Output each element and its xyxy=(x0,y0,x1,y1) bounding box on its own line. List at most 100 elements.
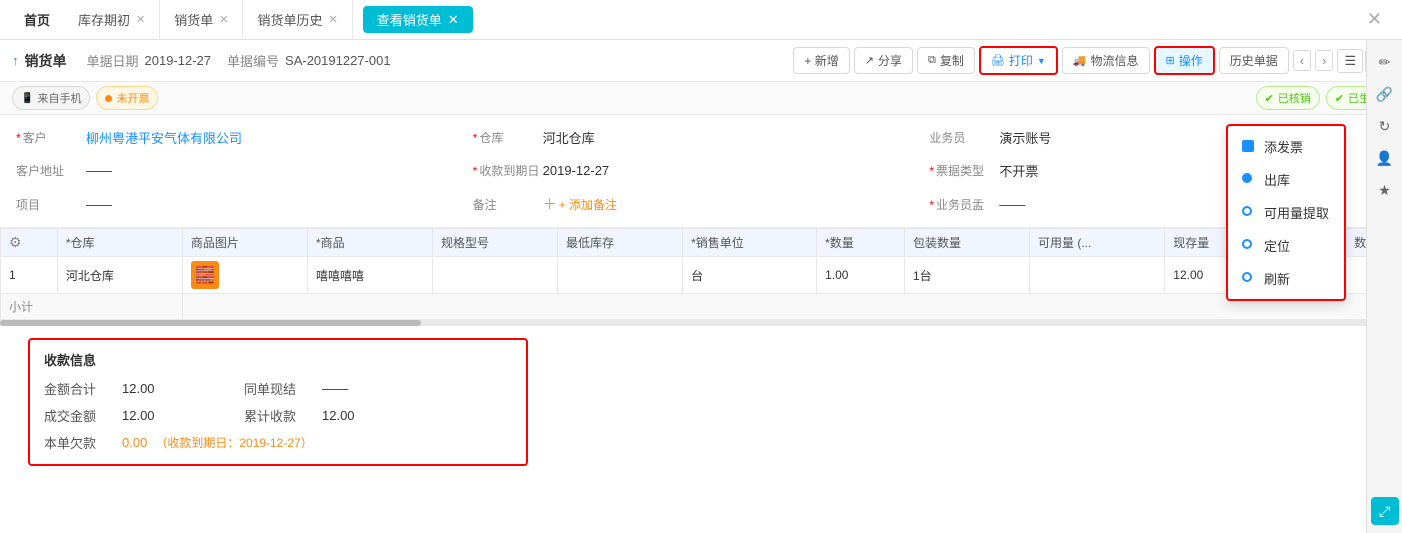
form-meta-number: 单据编号 SA-20191227-001 xyxy=(227,51,391,70)
products-table: ⚙ *仓库 商品图片 *商品 规格型号 最低库存 *销售单位 *数量 包装数量 … xyxy=(0,227,1402,320)
logistics-button[interactable]: 🚚 物流信息 xyxy=(1062,47,1150,74)
cell-product-img: 🧱 xyxy=(182,257,307,294)
product-image: 🧱 xyxy=(191,261,219,289)
sidebar-rotate-button[interactable]: ↻ xyxy=(1371,112,1399,140)
form-meta: 单据日期 2019-12-27 单据编号 SA-20191227-001 xyxy=(87,51,794,70)
tab-home[interactable]: 首页 xyxy=(10,0,64,40)
col-settings: ⚙ xyxy=(1,229,58,257)
ticket-type-value: 不开票 xyxy=(999,161,1038,180)
payment-grid: 金额合计 12.00 同单现结 —— 成交金额 12.00 累计收款 12.00… xyxy=(44,377,512,454)
window-close-button[interactable]: ✕ xyxy=(1357,9,1392,30)
payment-due-value: 2019-12-27 xyxy=(543,163,610,178)
operation-button[interactable]: ⊞ 操作 xyxy=(1154,46,1215,75)
subtotal-row: 小计 xyxy=(1,294,1402,320)
balance-value: 0.00 xyxy=(122,435,147,450)
nav-next[interactable]: › xyxy=(1315,50,1333,71)
project-value: —— xyxy=(86,197,112,212)
cell-product: 嘻嘻嘻嘻 xyxy=(307,257,432,294)
col-quantity: *数量 xyxy=(817,229,905,257)
col-sales-unit: *销售单位 xyxy=(683,229,817,257)
cell-quantity: 1.00 xyxy=(817,257,905,294)
amount-total-value: 12.00 xyxy=(122,381,155,396)
tab-sales-order-close[interactable]: ✕ xyxy=(219,13,228,26)
cumulative-label: 累计收款 xyxy=(244,406,314,425)
cell-sales-unit: 台 xyxy=(683,257,817,294)
salesperson-value: 演示账号 xyxy=(999,128,1051,147)
sidebar-star-button[interactable]: ★ xyxy=(1371,176,1399,204)
add-remark-button[interactable]: ＋ + 添加备注 xyxy=(543,194,617,214)
refresh-icon xyxy=(1242,272,1256,286)
table-row: 1 河北仓库 🧱 嘻嘻嘻嘻 台 1.00 1台 12.00 0. xyxy=(1,257,1402,294)
settings-icon[interactable]: ⚙ xyxy=(9,234,22,250)
sidebar-user-button[interactable]: 👤 xyxy=(1371,144,1399,172)
cell-spec xyxy=(433,257,558,294)
amount-total-label: 金额合计 xyxy=(44,379,114,398)
payment-info-box: 收款信息 金额合计 12.00 同单现结 —— 成交金额 12.00 累计收款 … xyxy=(28,338,528,466)
view-list-button[interactable]: ☰ xyxy=(1337,49,1363,73)
dropdown-add-invoice[interactable]: 添发票 xyxy=(1228,130,1344,163)
cell-min-stock xyxy=(558,257,683,294)
payment-due-field: 收款到期日 2019-12-27 xyxy=(473,158,930,183)
operation-dropdown: 添发票 出库 可用量提取 定位 刷新 xyxy=(1226,124,1346,301)
cell-no: 1 xyxy=(1,257,58,294)
col-product-img: 商品图片 xyxy=(182,229,307,257)
subtotal-label: 小计 xyxy=(1,294,183,320)
print-button[interactable]: 🖨 打印 ▼ xyxy=(979,46,1058,75)
balance-row: 本单欠款 0.00 （收款到期日：2019-12-27） xyxy=(44,431,444,454)
verified-badge[interactable]: ✔ 已核销 xyxy=(1256,86,1320,110)
main-area: ↑ 销货单 单据日期 2019-12-27 单据编号 SA-20191227-0… xyxy=(0,40,1402,533)
tab-inventory-init[interactable]: 库存期初 ✕ xyxy=(64,0,160,40)
col-spec: 规格型号 xyxy=(433,229,558,257)
cumulative-value: 12.00 xyxy=(322,408,355,423)
share-button[interactable]: ↗ 分享 xyxy=(854,47,913,74)
warehouse-field: 仓库 河北仓库 xyxy=(473,125,930,150)
dropdown-outbound[interactable]: 出库 xyxy=(1228,163,1344,196)
col-available: 可用量 (... xyxy=(1029,229,1164,257)
sidebar-edit-button[interactable]: ✏ xyxy=(1371,48,1399,76)
warehouse-value: 河北仓库 xyxy=(543,128,595,147)
form-title-icon: ↑ xyxy=(12,53,19,68)
available-qty-icon xyxy=(1242,206,1256,220)
col-warehouse: *仓库 xyxy=(57,229,182,257)
sidebar-link-button[interactable]: 🔗 xyxy=(1371,80,1399,108)
amount-total-row: 金额合计 12.00 xyxy=(44,377,244,400)
dropdown-available-qty[interactable]: 可用量提取 xyxy=(1228,196,1344,229)
col-pack-qty: 包装数量 xyxy=(904,229,1029,257)
from-phone-badge[interactable]: 📱 来自手机 xyxy=(12,86,90,110)
outbound-icon xyxy=(1242,173,1256,187)
copy-button[interactable]: ⧉ 复制 xyxy=(917,47,975,74)
same-order-row: 同单现结 —— xyxy=(244,377,444,400)
col-min-stock: 最低库存 xyxy=(558,229,683,257)
customer-value[interactable]: 柳州粤港平安气体有限公司 xyxy=(86,128,242,147)
dropdown-locate[interactable]: 定位 xyxy=(1228,229,1344,262)
payment-section: 收款信息 金额合计 12.00 同单现结 —— 成交金额 12.00 累计收款 … xyxy=(0,326,1402,478)
project-field: 项目 —— xyxy=(16,191,473,217)
form-title: 销货单 xyxy=(25,51,67,71)
not-opened-badge[interactable]: 未开票 xyxy=(96,86,158,110)
form-header: ↑ 销货单 单据日期 2019-12-27 单据编号 SA-20191227-0… xyxy=(0,40,1402,82)
tab-view-sales-order-close[interactable]: ✕ xyxy=(448,12,459,28)
cell-pack-qty: 1台 xyxy=(904,257,1029,294)
tab-sales-history-close[interactable]: ✕ xyxy=(329,13,338,26)
transaction-value: 12.00 xyxy=(122,408,155,423)
scroll-thumb xyxy=(0,320,421,326)
form-fields: 客户 柳州粤港平安气体有限公司 仓库 河北仓库 业务员 演示账号 客户地址 ——… xyxy=(0,115,1402,227)
nav-prev[interactable]: ‹ xyxy=(1293,50,1311,71)
tab-sales-history[interactable]: 销货单历史 ✕ xyxy=(243,0,352,40)
balance-label: 本单欠款 xyxy=(44,433,114,452)
history-button[interactable]: 历史单据 xyxy=(1219,47,1289,74)
scroll-indicator xyxy=(0,320,1402,326)
remark-field: 备注 ＋ + 添加备注 xyxy=(473,191,930,217)
form-meta-date: 单据日期 2019-12-27 xyxy=(87,51,212,70)
tab-bar: 首页 库存期初 ✕ 销货单 ✕ 销货单历史 ✕ 查看销货单 ✕ ✕ xyxy=(0,0,1402,40)
locate-icon xyxy=(1242,239,1256,253)
tab-view-sales-order[interactable]: 查看销货单 ✕ xyxy=(363,6,473,33)
add-invoice-icon xyxy=(1242,140,1256,154)
dropdown-refresh[interactable]: 刷新 xyxy=(1228,262,1344,295)
tab-sales-order[interactable]: 销货单 ✕ xyxy=(160,0,243,40)
tab-inventory-init-close[interactable]: ✕ xyxy=(136,13,145,26)
sidebar-expand-button[interactable]: ⤢ xyxy=(1371,497,1399,525)
customer-field: 客户 柳州粤港平安气体有限公司 xyxy=(16,125,473,150)
right-sidebar: ✏ 🔗 ↻ 👤 ★ ⤢ xyxy=(1366,40,1402,533)
new-button[interactable]: + 新增 xyxy=(793,47,849,74)
